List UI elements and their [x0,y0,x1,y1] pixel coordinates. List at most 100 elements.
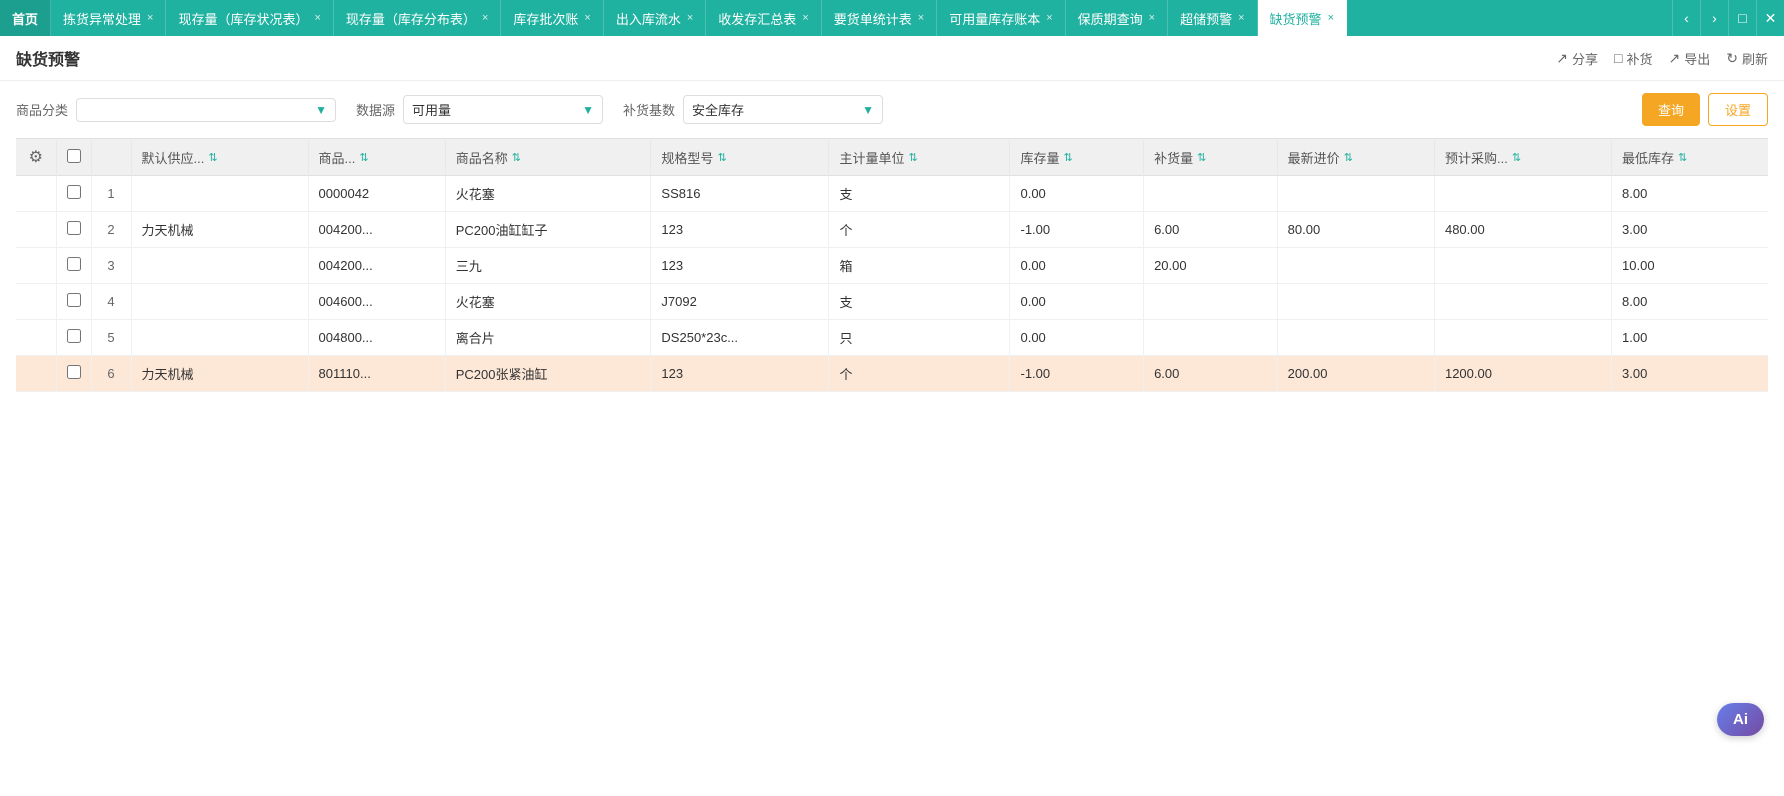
filter-row: 商品分类 ▼ 数据源 可用量 ▼ 补货基数 安全库存 ▼ 查询 设置 [0,81,1784,138]
th-unit[interactable]: 主计量单位 ⇅ [829,139,1010,176]
row-checkbox-5[interactable] [67,365,81,379]
cell-spec-0: SS816 [651,176,829,212]
cell-check-5[interactable] [56,356,91,392]
tab-prev-button[interactable]: ‹ [1672,0,1700,36]
th-min-stock[interactable]: 最低库存 ⇅ [1612,139,1768,176]
category-select[interactable]: ▼ [76,98,336,122]
tab-next-button[interactable]: › [1700,0,1728,36]
cell-check-2[interactable] [56,248,91,284]
tab-inout-flow[interactable]: 出入库流水 × [604,0,706,36]
header-actions: ↗ 分享 □ 补货 ↗ 导出 ↻ 刷新 [1556,49,1768,68]
cell-min-stock-2: 10.00 [1612,248,1768,284]
tab-home[interactable]: 首页 [0,0,51,36]
sort-icon-product-code: ⇅ [359,151,368,164]
cell-check-3[interactable] [56,284,91,320]
tab-close-inout-flow[interactable]: × [687,12,693,24]
row-checkbox-2[interactable] [67,257,81,271]
cell-spec-3: J7092 [651,284,829,320]
th-est-purchase[interactable]: 预计采购... ⇅ [1434,139,1611,176]
cell-num-3: 4 [91,284,131,320]
select-all-checkbox[interactable] [67,149,81,163]
cell-check-4[interactable] [56,320,91,356]
datasource-label: 数据源 [356,100,395,119]
cell-product-name-3: 火花塞 [445,284,651,320]
cell-stock-0: 0.00 [1010,176,1144,212]
tab-inventory-status[interactable]: 现存量（库存状况表） × [166,0,333,36]
cell-gear-1 [16,212,56,248]
table-row: 2 力天机械 004200... PC200油缸缸子 123 个 -1.00 6… [16,212,1768,248]
tab-shortage[interactable]: 缺货预警 × [1258,0,1347,36]
tab-close-available-ledger[interactable]: × [1046,12,1052,24]
th-product-code[interactable]: 商品... ⇅ [308,139,445,176]
table-row: 1 0000042 火花塞 SS816 支 0.00 8.00 [16,176,1768,212]
tab-close-batch-account[interactable]: × [584,12,590,24]
row-checkbox-3[interactable] [67,293,81,307]
row-checkbox-4[interactable] [67,329,81,343]
cell-stock-2: 0.00 [1010,248,1144,284]
cell-est-purchase-2 [1434,248,1611,284]
ai-badge[interactable]: Ai [1717,703,1764,736]
tab-close-inventory-status[interactable]: × [314,12,320,24]
tab-close-all-button[interactable]: ✕ [1756,0,1784,36]
tab-close-overstock[interactable]: × [1238,12,1244,24]
cell-product-code-1: 004200... [308,212,445,248]
tab-restore-button[interactable]: □ [1728,0,1756,36]
th-spec[interactable]: 规格型号 ⇅ [651,139,829,176]
cell-product-code-4: 004800... [308,320,445,356]
th-gear[interactable]: ⚙ [16,139,56,176]
row-checkbox-0[interactable] [67,185,81,199]
refresh-button[interactable]: ↻ 刷新 [1726,49,1768,68]
cell-gear-0 [16,176,56,212]
replenish-base-select[interactable]: 安全库存 ▼ [683,95,883,124]
tab-close-shortage[interactable]: × [1328,12,1334,24]
cell-check-0[interactable] [56,176,91,212]
query-button[interactable]: 查询 [1642,93,1700,126]
replenish-button[interactable]: □ 补货 [1614,49,1652,68]
tab-inventory-dist[interactable]: 现存量（库存分布表） × [334,0,501,36]
export-button[interactable]: ↗ 导出 [1669,49,1711,68]
table-row: 3 004200... 三九 123 箱 0.00 20.00 10.00 [16,248,1768,284]
cell-product-name-5: PC200张紧油缸 [445,356,651,392]
tab-available-ledger[interactable]: 可用量库存账本 × [937,0,1065,36]
cell-num-5: 6 [91,356,131,392]
cell-check-1[interactable] [56,212,91,248]
th-num [91,139,131,176]
replenish-icon: □ [1614,50,1622,66]
tab-close-receipt-summary[interactable]: × [802,12,808,24]
cell-unit-3: 支 [829,284,1010,320]
action-buttons: 查询 设置 [1642,93,1768,126]
tab-close-expiry-query[interactable]: × [1149,12,1155,24]
cell-min-stock-4: 1.00 [1612,320,1768,356]
datasource-select[interactable]: 可用量 ▼ [403,95,603,124]
th-supplier[interactable]: 默认供应... ⇅ [131,139,308,176]
cell-unit-5: 个 [829,356,1010,392]
tab-overstock[interactable]: 超储预警 × [1168,0,1257,36]
cell-supplier-4 [131,320,308,356]
category-filter-group: 商品分类 ▼ [16,98,336,122]
cell-replenish-1: 6.00 [1144,212,1278,248]
tab-demand-stat[interactable]: 要货单统计表 × [822,0,937,36]
cell-latest-price-3 [1277,284,1434,320]
settings-button[interactable]: 设置 [1708,93,1768,126]
tab-receipt-summary[interactable]: 收发存汇总表 × [706,0,821,36]
tab-close-exception[interactable]: × [147,12,153,24]
th-product-name[interactable]: 商品名称 ⇅ [445,139,651,176]
th-stock[interactable]: 库存量 ⇅ [1010,139,1144,176]
th-latest-price[interactable]: 最新进价 ⇅ [1277,139,1434,176]
table-row: 4 004600... 火花塞 J7092 支 0.00 8.00 [16,284,1768,320]
table-row: 5 004800... 离合片 DS250*23c... 只 0.00 1.00 [16,320,1768,356]
th-replenish[interactable]: 补货量 ⇅ [1144,139,1278,176]
tab-bar: 首页 拣货异常处理 × 现存量（库存状况表） × 现存量（库存分布表） × 库存… [0,0,1784,36]
tab-batch-account[interactable]: 库存批次账 × [501,0,603,36]
tab-close-demand-stat[interactable]: × [918,12,924,24]
refresh-icon: ↻ [1726,50,1738,67]
cell-latest-price-4 [1277,320,1434,356]
tab-expiry-query[interactable]: 保质期查询 × [1066,0,1168,36]
row-checkbox-1[interactable] [67,221,81,235]
category-arrow-icon: ▼ [315,103,327,117]
export-icon: ↗ [1669,50,1681,67]
sort-icon-supplier: ⇅ [208,151,217,164]
share-button[interactable]: ↗ 分享 [1556,49,1598,68]
tab-exception[interactable]: 拣货异常处理 × [51,0,166,36]
tab-close-inventory-dist[interactable]: × [482,12,488,24]
